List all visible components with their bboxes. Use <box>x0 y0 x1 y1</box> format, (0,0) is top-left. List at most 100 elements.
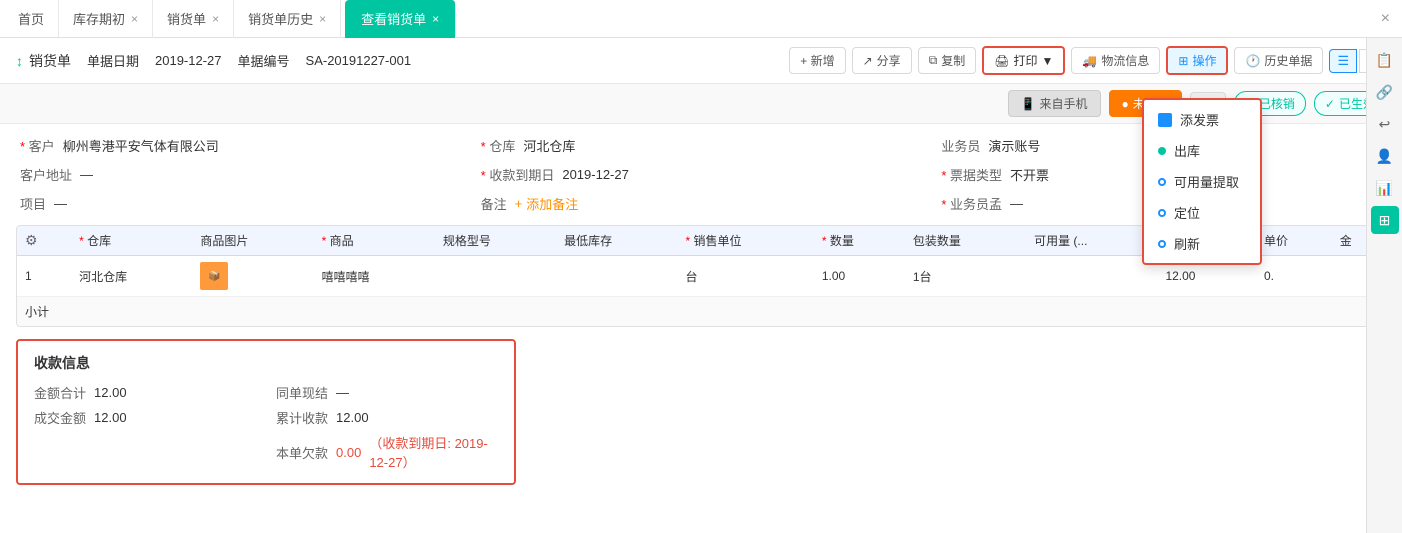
row-quantity: 1.00 <box>814 256 905 297</box>
outbound-dot <box>1158 147 1166 155</box>
share-button[interactable]: ↗ 分享 <box>852 47 912 74</box>
project-value: — <box>54 196 67 211</box>
cumulative-receipt-label: 累计收款 <box>276 408 328 427</box>
sidebar-icon-5[interactable]: 📊 <box>1371 174 1399 202</box>
row-pack-qty: 1台 <box>905 256 1026 297</box>
logistics-button[interactable]: 🚚 物流信息 <box>1071 47 1160 74</box>
print-dropdown-arrow: ▼ <box>1042 54 1054 68</box>
customer-row: 客户 柳州粤港平安气体有限公司 <box>20 136 461 155</box>
transaction-amount-row: 成交金额 12.00 <box>34 408 256 427</box>
col-pack-qty: 包装数量 <box>905 226 1026 256</box>
warehouse-row: 仓库 河北仓库 <box>481 136 922 155</box>
product-image: 📦 <box>200 262 228 290</box>
check-icon2: ✓ <box>1325 97 1335 111</box>
header-right-btns: + 新增 ↗ 分享 ⧉ 复制 🖨 打印 ▼ 🚚 物流信息 ⊞ 操作 <box>789 46 1386 75</box>
same-order-label: 同单现结 <box>276 383 328 402</box>
col-settings[interactable]: ⚙ <box>17 226 71 256</box>
refresh-item[interactable]: 刷新 <box>1144 228 1260 259</box>
sidebar-icon-2[interactable]: 🔗 <box>1371 78 1399 106</box>
transaction-amount-label: 成交金额 <box>34 408 86 427</box>
right-sidebar: 📋 🔗 ↩ 👤 📊 ⊞ <box>1366 38 1402 533</box>
address-value: — <box>80 167 93 182</box>
add-note-button[interactable]: + 添加备注 <box>515 194 579 213</box>
address-label: 客户地址 <box>20 165 72 184</box>
same-order-row: 同单现结 — <box>276 383 498 402</box>
cumulative-receipt-value: 12.00 <box>336 410 369 425</box>
refresh-dot <box>1158 240 1166 248</box>
salesperson-label: 业务员 <box>941 136 980 155</box>
tab-sales[interactable]: 销货单 × <box>153 0 234 38</box>
sidebar-icon-4[interactable]: 👤 <box>1371 142 1399 170</box>
salesperson2-label: 业务员孟 <box>941 194 1002 213</box>
add-invoice-icon <box>1158 113 1172 127</box>
tab-sales-history-close[interactable]: × <box>319 12 326 26</box>
same-order-value: — <box>336 385 349 400</box>
row-num: 1 <box>17 256 71 297</box>
row-sales-unit: 台 <box>677 256 813 297</box>
subtotal-row: 小计 <box>17 297 1385 327</box>
global-close-icon[interactable]: × <box>1381 10 1390 28</box>
history-button[interactable]: 🕐 历史单据 <box>1234 47 1323 74</box>
tab-view-sales[interactable]: 查看销货单 × <box>345 0 456 38</box>
doc-icon: ↕ <box>16 53 23 69</box>
available-qty-item[interactable]: 可用量提取 <box>1144 166 1260 197</box>
warehouse-value: 河北仓库 <box>523 136 575 155</box>
outbound-item[interactable]: 出库 <box>1144 135 1260 166</box>
print-icon: 🖨 <box>994 54 1009 68</box>
tab-sales-history[interactable]: 销货单历史 × <box>234 0 341 38</box>
col-quantity: * 数量 <box>814 226 905 256</box>
current-due-label: 本单欠款 <box>276 443 328 462</box>
total-amount-label: 金额合计 <box>34 383 86 402</box>
row-available <box>1026 256 1157 297</box>
note-row: 备注 + 添加备注 <box>481 194 922 213</box>
warehouse-label: 仓库 <box>481 136 516 155</box>
add-invoice-item[interactable]: 添发票 <box>1144 104 1260 135</box>
project-label: 项目 <box>20 194 46 213</box>
customer-label: 客户 <box>20 136 55 155</box>
locate-item[interactable]: 定位 <box>1144 197 1260 228</box>
col-product: * 商品 <box>314 226 435 256</box>
col-spec: 规格型号 <box>435 226 556 256</box>
salesperson2-value: — <box>1010 196 1023 211</box>
col-image: 商品图片 <box>192 226 313 256</box>
sidebar-icon-1[interactable]: 📋 <box>1371 46 1399 74</box>
list-view-button[interactable]: ☰ <box>1329 49 1357 73</box>
col-warehouse: * 仓库 <box>71 226 192 256</box>
transaction-amount-value: 12.00 <box>94 410 127 425</box>
doc-type-label: 销货单 <box>29 51 71 71</box>
due-date-row: 收款到期日 2019-12-27 <box>481 165 922 184</box>
col-available: 可用量 (... <box>1026 226 1157 256</box>
ticket-icon: ● <box>1122 97 1129 111</box>
row-product: 嘻嘻嘻嘻 <box>314 256 435 297</box>
payment-info-box: 收款信息 金额合计 12.00 同单现结 — 成交金额 12.00 累计收款 1… <box>16 339 516 485</box>
locate-dot <box>1158 209 1166 217</box>
row-min-stock <box>556 256 677 297</box>
new-button[interactable]: + 新增 <box>789 47 845 74</box>
subtotal-label: 小计 <box>17 297 1385 327</box>
number-value: SA-20191227-001 <box>306 53 412 68</box>
total-amount-row: 金额合计 12.00 <box>34 383 256 402</box>
from-phone-button[interactable]: 📱 来自手机 <box>1008 90 1101 117</box>
col-unit-price: 单价 <box>1256 226 1332 256</box>
sidebar-icon-3[interactable]: ↩ <box>1371 110 1399 138</box>
tab-view-sales-close[interactable]: × <box>432 12 439 26</box>
doc-header: ↕ 销货单 单据日期 2019-12-27 单据编号 SA-20191227-0… <box>0 38 1402 84</box>
due-date-value: 2019-12-27 <box>562 167 629 182</box>
sidebar-icon-6[interactable]: ⊞ <box>1371 206 1399 234</box>
print-button[interactable]: 🖨 打印 ▼ <box>982 46 1065 75</box>
ticket-type-label: 票据类型 <box>941 165 1002 184</box>
total-amount-value: 12.00 <box>94 385 127 400</box>
copy-button[interactable]: ⧉ 复制 <box>918 47 977 74</box>
page-container: 首页 库存期初 × 销货单 × 销货单历史 × 查看销货单 × × ↕ 销货单 … <box>0 0 1402 533</box>
plus-icon: + <box>515 196 523 211</box>
col-min-stock: 最低库存 <box>556 226 677 256</box>
tab-sales-close[interactable]: × <box>212 12 219 26</box>
add-note-label: 添加备注 <box>526 194 578 213</box>
tab-inventory-close[interactable]: × <box>131 12 138 26</box>
operation-button[interactable]: ⊞ 操作 <box>1166 46 1228 75</box>
tab-home[interactable]: 首页 <box>8 0 59 38</box>
col-sales-unit: * 销售单位 <box>677 226 813 256</box>
tab-inventory[interactable]: 库存期初 × <box>59 0 153 38</box>
gear-icon: ⚙ <box>25 232 38 248</box>
date-value: 2019-12-27 <box>155 53 222 68</box>
